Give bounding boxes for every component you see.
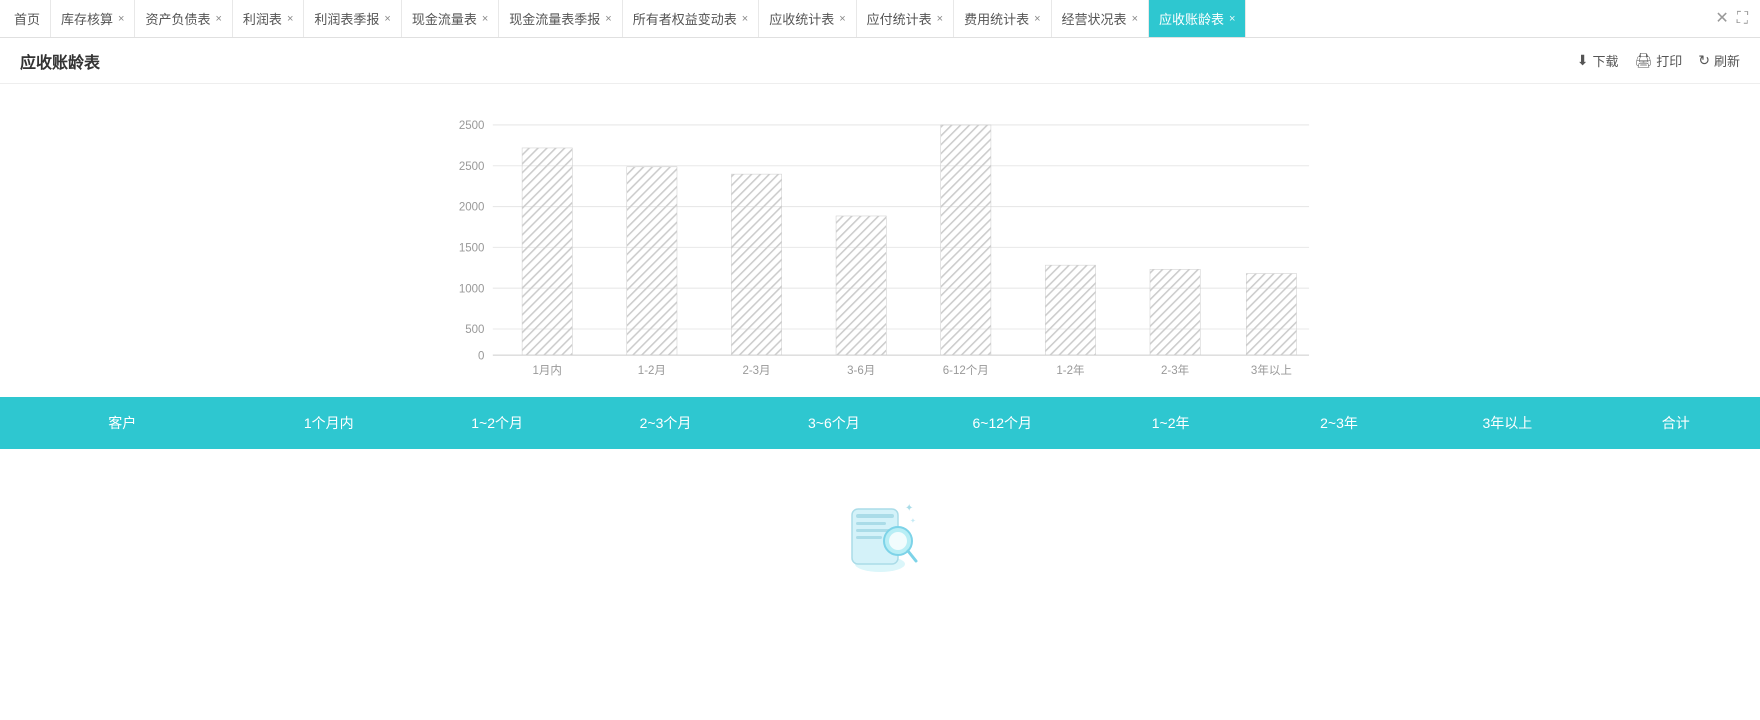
window-buttons: ✕ ⛶ — [1707, 11, 1756, 27]
tab-ar-stats-close[interactable]: × — [839, 13, 845, 25]
col-3-6month: 3~6个月 — [750, 413, 918, 433]
window-maximize-btn[interactable]: ⛶ — [1737, 11, 1748, 27]
tab-ar-stats[interactable]: 应收统计表 × — [759, 0, 856, 38]
bar-3-6month — [836, 216, 886, 355]
svg-text:6-12个月: 6-12个月 — [943, 364, 989, 377]
tab-balance-label: 资产负债表 — [145, 9, 210, 28]
bar-1-2month — [627, 167, 677, 355]
col-2-3month: 2~3个月 — [581, 413, 749, 433]
tab-profit-close[interactable]: × — [287, 13, 293, 25]
download-label: 下载 — [1592, 51, 1618, 70]
tab-profit-quarterly-label: 利润表季报 — [314, 9, 379, 28]
bar-6-12month — [941, 125, 991, 355]
tab-cashflow[interactable]: 现金流量表 × — [402, 0, 499, 38]
print-button[interactable]: 🖨 打印 — [1634, 51, 1682, 70]
bar-2-3month — [731, 174, 781, 355]
col-1month: 1个月内 — [245, 413, 413, 433]
svg-text:1-2年: 1-2年 — [1056, 363, 1084, 377]
svg-text:2500: 2500 — [459, 161, 485, 173]
bar-2-3year — [1150, 269, 1200, 355]
tab-expense-stats[interactable]: 费用统计表 × — [954, 0, 1051, 38]
tab-ar-aging[interactable]: 应收账龄表 × — [1149, 0, 1246, 38]
refresh-label: 刷新 — [1714, 51, 1740, 70]
col-3plus-year: 3年以上 — [1423, 413, 1591, 433]
tab-inventory-close[interactable]: × — [118, 13, 124, 25]
col-6-12month: 6~12个月 — [918, 413, 1086, 433]
tab-ap-stats-label: 应付统计表 — [867, 9, 932, 28]
table-header: 客户 1个月内 1~2个月 2~3个月 3~6个月 6~12个月 1~2年 2~… — [0, 397, 1760, 449]
tab-profit-label: 利润表 — [243, 9, 282, 28]
tab-profit[interactable]: 利润表 × — [233, 0, 304, 38]
bar-3plus-year — [1246, 274, 1296, 356]
svg-text:✦: ✦ — [905, 503, 913, 514]
tab-ar-stats-label: 应收统计表 — [769, 9, 834, 28]
tab-cashflow-quarterly[interactable]: 现金流量表季报 × — [499, 0, 622, 38]
tab-bar: 首页 库存核算 × 资产负债表 × 利润表 × 利润表季报 × 现金流量表 × … — [0, 0, 1760, 38]
tab-ap-stats[interactable]: 应付统计表 × — [857, 0, 954, 38]
tab-balance-close[interactable]: × — [215, 13, 221, 25]
tab-operation-close[interactable]: × — [1132, 13, 1138, 25]
svg-text:3-6月: 3-6月 — [847, 365, 875, 377]
svg-text:✦: ✦ — [910, 517, 916, 525]
col-2-3year: 2~3年 — [1255, 413, 1423, 433]
tab-equity-close[interactable]: × — [742, 13, 748, 25]
svg-text:1月内: 1月内 — [533, 363, 562, 377]
tab-equity-label: 所有者权益变动表 — [633, 9, 737, 28]
download-icon: ⬇ — [1577, 52, 1589, 69]
col-total: 合计 — [1592, 413, 1760, 433]
svg-text:500: 500 — [465, 324, 484, 336]
svg-text:2500: 2500 — [459, 120, 485, 132]
print-icon: 🖨 — [1634, 52, 1652, 69]
header-actions: ⬇ 下载 🖨 打印 ↻ 刷新 — [1577, 51, 1740, 70]
download-button[interactable]: ⬇ 下载 — [1577, 51, 1619, 70]
tab-expense-stats-label: 费用统计表 — [964, 9, 1029, 28]
tab-profit-quarterly[interactable]: 利润表季报 × — [304, 0, 401, 38]
tab-cashflow-close[interactable]: × — [482, 13, 488, 25]
tab-operation[interactable]: 经营状况表 × — [1052, 0, 1149, 38]
chart-area: 0 500 1000 1500 2000 2500 2500 1月内 1-2月 … — [0, 84, 1760, 397]
tab-inventory[interactable]: 库存核算 × — [51, 0, 135, 38]
empty-state: ✦ ✦ — [0, 449, 1760, 599]
page-title: 应收账龄表 — [20, 49, 100, 73]
tab-ar-aging-close[interactable]: × — [1229, 13, 1235, 25]
refresh-icon: ↻ — [1698, 52, 1710, 69]
tab-ar-aging-label: 应收账龄表 — [1159, 9, 1224, 28]
tab-cashflow-quarterly-label: 现金流量表季报 — [509, 9, 600, 28]
svg-text:2-3年: 2-3年 — [1161, 363, 1189, 377]
col-customer: 客户 — [0, 413, 245, 433]
main-content: 0 500 1000 1500 2000 2500 2500 1月内 1-2月 … — [0, 84, 1760, 720]
tab-cashflow-label: 现金流量表 — [412, 9, 477, 28]
bar-1-2year — [1045, 265, 1095, 355]
svg-text:2-3月: 2-3月 — [742, 365, 770, 377]
tab-expense-stats-close[interactable]: × — [1034, 13, 1040, 25]
tab-home-label: 首页 — [14, 9, 40, 28]
print-label: 打印 — [1656, 51, 1682, 70]
tab-home[interactable]: 首页 — [4, 0, 51, 38]
col-1-2year: 1~2年 — [1086, 413, 1254, 433]
empty-icon: ✦ ✦ — [830, 489, 930, 579]
tab-equity[interactable]: 所有者权益变动表 × — [623, 0, 759, 38]
tab-ap-stats-close[interactable]: × — [937, 13, 943, 25]
svg-text:2000: 2000 — [459, 202, 485, 214]
tab-inventory-label: 库存核算 — [61, 9, 113, 28]
bar-chart: 0 500 1000 1500 2000 2500 2500 1月内 1-2月 … — [430, 104, 1330, 387]
svg-text:0: 0 — [478, 350, 484, 362]
svg-text:3年以上: 3年以上 — [1251, 363, 1292, 377]
svg-text:1000: 1000 — [459, 283, 485, 295]
svg-text:1500: 1500 — [459, 243, 485, 255]
tab-cashflow-quarterly-close[interactable]: × — [605, 13, 611, 25]
bar-1month — [522, 148, 572, 355]
svg-text:1-2月: 1-2月 — [638, 365, 666, 377]
col-1-2month: 1~2个月 — [413, 413, 581, 433]
tab-profit-quarterly-close[interactable]: × — [384, 13, 390, 25]
window-close-btn[interactable]: ✕ — [1715, 11, 1728, 27]
tab-operation-label: 经营状况表 — [1062, 9, 1127, 28]
tab-balance[interactable]: 资产负债表 × — [135, 0, 232, 38]
refresh-button[interactable]: ↻ 刷新 — [1698, 51, 1740, 70]
page-header: 应收账龄表 ⬇ 下载 🖨 打印 ↻ 刷新 — [0, 38, 1760, 84]
